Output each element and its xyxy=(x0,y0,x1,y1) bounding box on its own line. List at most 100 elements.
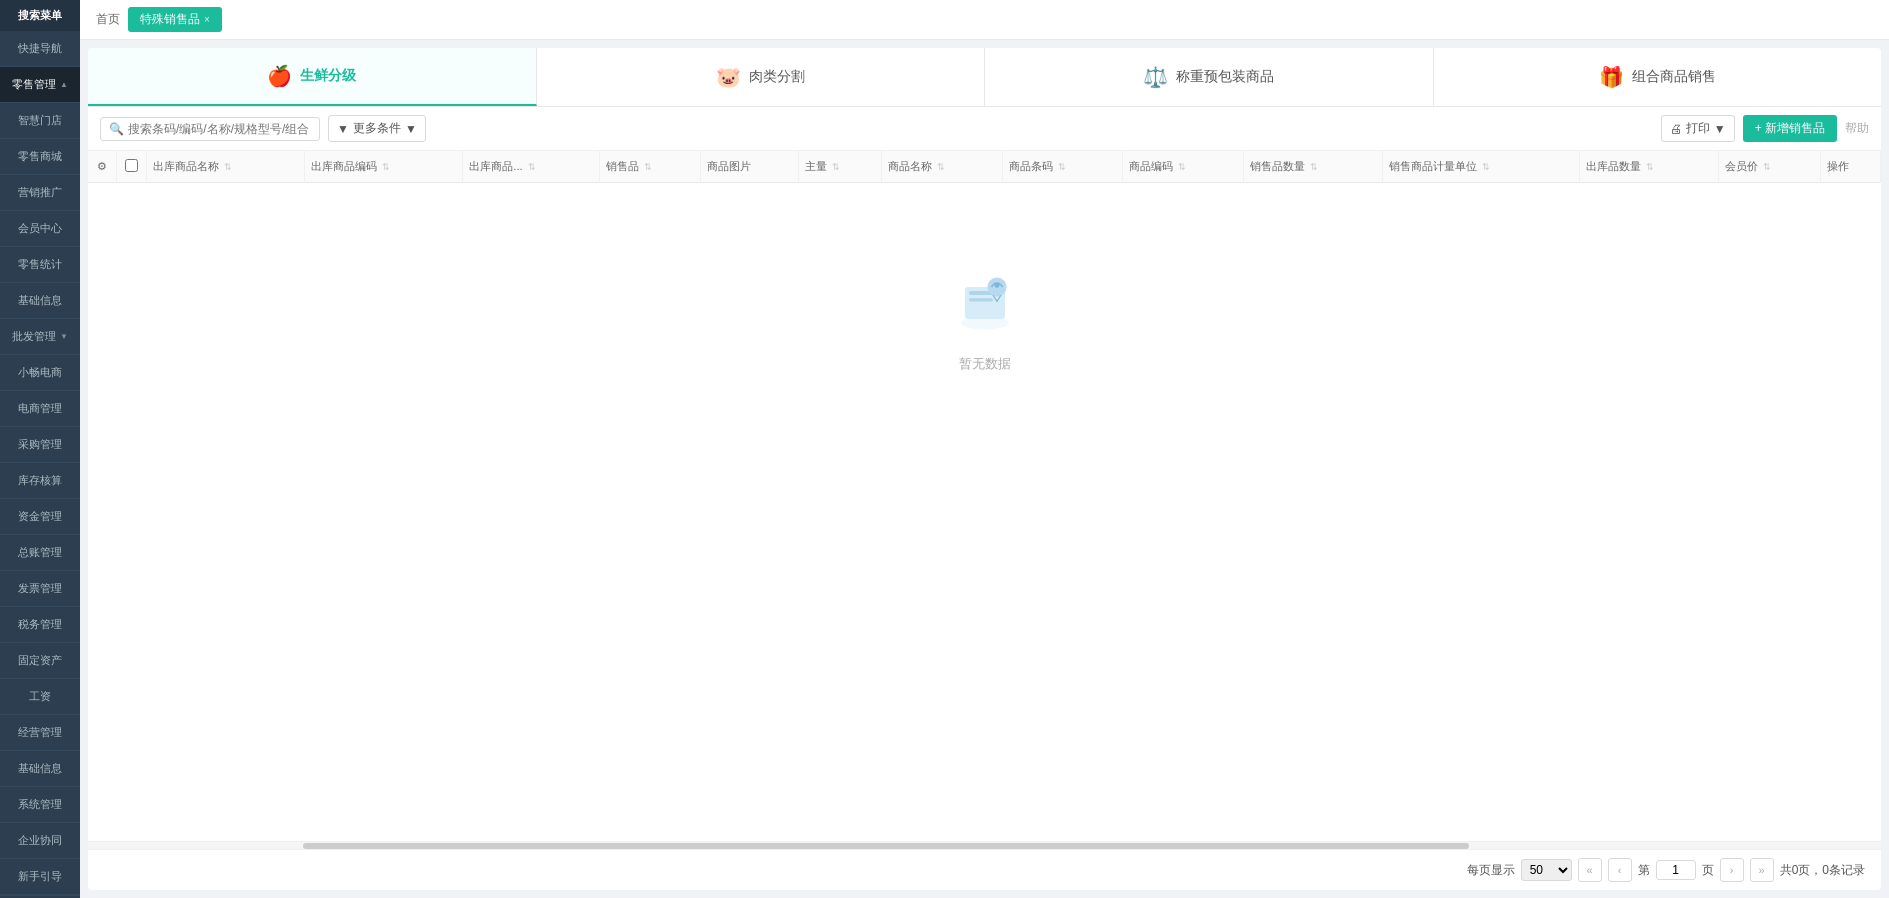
sidebar-item-label: 零售管理 xyxy=(12,77,56,92)
add-product-button[interactable]: + 新增销售品 xyxy=(1743,115,1837,142)
sidebar-item-enterprise-coop[interactable]: 企业协同 xyxy=(0,823,80,859)
meat-icon: 🐷 xyxy=(716,65,741,89)
sort-icon: ⇅ xyxy=(1058,162,1066,172)
sidebar-item-label: 采购管理 xyxy=(18,437,62,452)
sort-icon: ⇅ xyxy=(937,162,945,172)
th-out-name[interactable]: 出库商品名称 ⇅ xyxy=(146,151,304,183)
th-sale-unit[interactable]: 销售商品计量单位 ⇅ xyxy=(1383,151,1579,183)
page-body: 🍎 生鲜分级 🐷 肉类分割 ⚖️ 称重预包装商品 🎁 组合商品销售 🔍 xyxy=(88,48,1881,890)
sidebar-item-ecom-mgmt[interactable]: 电商管理 xyxy=(0,391,80,427)
sort-icon: ⇅ xyxy=(224,162,232,172)
sidebar-item-label: 发票管理 xyxy=(18,581,62,596)
sidebar-item-newbie-guide[interactable]: 新手引导 xyxy=(0,859,80,895)
filter-button[interactable]: ▼ 更多条件 ▼ xyxy=(328,115,426,142)
sidebar-item-wholesale-mgmt[interactable]: 批发管理 ▼ xyxy=(0,319,80,355)
table-wrapper: ⚙ 出库商品名称 ⇅ 出库商品编码 ⇅ 出库商品 xyxy=(88,151,1881,841)
sidebar-item-retail-mgmt[interactable]: 零售管理 ▲ xyxy=(0,67,80,103)
page-number-input[interactable] xyxy=(1656,860,1696,880)
prev-page-button[interactable]: ‹ xyxy=(1608,858,1632,882)
horizontal-scrollbar[interactable] xyxy=(88,841,1881,849)
pagination: 每页显示 50 10 20 100 « ‹ 第 页 › » 共0页，0条记录 xyxy=(88,849,1881,890)
sidebar-item-retail-mall[interactable]: 零售商城 xyxy=(0,139,80,175)
sidebar-item-retail-stats[interactable]: 零售统计 xyxy=(0,247,80,283)
select-all-checkbox[interactable] xyxy=(125,159,138,172)
th-sale-qty[interactable]: 销售品数量 ⇅ xyxy=(1243,151,1382,183)
sidebar-item-salary[interactable]: 工资 xyxy=(0,679,80,715)
sidebar-item-finance[interactable]: 资金管理 xyxy=(0,499,80,535)
print-button[interactable]: 🖨 打印 ▼ xyxy=(1661,115,1735,142)
sidebar-item-fixed-assets[interactable]: 固定资产 xyxy=(0,643,80,679)
sidebar-item-inventory[interactable]: 库存核算 xyxy=(0,463,80,499)
fresh-icon: 🍎 xyxy=(267,64,292,88)
filter-arrow: ▼ xyxy=(405,122,417,136)
tab-meat[interactable]: 🐷 肉类分割 xyxy=(537,48,986,106)
th-out-code[interactable]: 出库商品编码 ⇅ xyxy=(304,151,462,183)
th-settings[interactable]: ⚙ xyxy=(88,151,116,183)
sidebar-item-general-ledger[interactable]: 总账管理 xyxy=(0,535,80,571)
data-table: ⚙ 出库商品名称 ⇅ 出库商品编码 ⇅ 出库商品 xyxy=(88,151,1881,183)
th-member-price[interactable]: 会员价 ⇅ xyxy=(1719,151,1821,183)
th-checkbox[interactable] xyxy=(116,151,146,183)
sort-icon: ⇅ xyxy=(528,162,536,172)
sort-icon: ⇅ xyxy=(644,162,652,172)
sort-icon: ⇅ xyxy=(832,162,840,172)
sidebar-item-label: 系统管理 xyxy=(18,797,62,812)
th-barcode[interactable]: 商品条码 ⇅ xyxy=(1002,151,1123,183)
sidebar-item-mini-ecom[interactable]: 小畅电商 xyxy=(0,355,80,391)
sidebar-item-label: 零售统计 xyxy=(18,257,62,272)
th-out-qty[interactable]: 出库品数量 ⇅ xyxy=(1579,151,1718,183)
th-main-unit[interactable]: 主量 ⇅ xyxy=(799,151,882,183)
tab-fresh[interactable]: 🍎 生鲜分级 xyxy=(88,48,537,106)
sidebar-search[interactable]: 搜索菜单 xyxy=(0,0,80,31)
sidebar-item-label: 电商管理 xyxy=(18,401,62,416)
search-input[interactable] xyxy=(128,122,311,136)
search-box[interactable]: 🔍 xyxy=(100,117,320,141)
tab-combo[interactable]: 🎁 组合商品销售 xyxy=(1434,48,1882,106)
first-page-button[interactable]: « xyxy=(1578,858,1602,882)
active-tab[interactable]: 特殊销售品 × xyxy=(128,7,222,32)
sidebar-item-tax-mgmt[interactable]: 税务管理 xyxy=(0,607,80,643)
th-out-spec[interactable]: 出库商品... ⇅ xyxy=(463,151,599,183)
sort-icon: ⇅ xyxy=(1310,162,1318,172)
sort-icon: ⇅ xyxy=(1763,162,1771,172)
sidebar-item-basic-info2[interactable]: 基础信息 xyxy=(0,751,80,787)
topbar: 首页 特殊销售品 × xyxy=(80,0,1889,40)
toolbar: 🔍 ▼ 更多条件 ▼ 🖨 打印 ▼ + 新增销售品 帮助 xyxy=(88,107,1881,151)
add-label: + 新增销售品 xyxy=(1755,120,1825,137)
sidebar-item-marketing[interactable]: 营销推广 xyxy=(0,175,80,211)
close-icon[interactable]: × xyxy=(204,14,210,25)
sidebar-item-basic-info[interactable]: 基础信息 xyxy=(0,283,80,319)
last-page-button[interactable]: » xyxy=(1750,858,1774,882)
empty-state: 暂无数据 xyxy=(88,183,1881,453)
th-sale-item[interactable]: 销售品 ⇅ xyxy=(599,151,701,183)
sidebar-item-ops-mgmt[interactable]: 经营管理 xyxy=(0,715,80,751)
sidebar-item-purchase-mgmt[interactable]: 采购管理 xyxy=(0,427,80,463)
sort-icon: ⇅ xyxy=(382,162,390,172)
tab-scale-label: 称重预包装商品 xyxy=(1176,68,1274,86)
sidebar-item-quick-nav[interactable]: 快捷导航 xyxy=(0,31,80,67)
tab-meat-label: 肉类分割 xyxy=(749,68,805,86)
th-image[interactable]: 商品图片 xyxy=(701,151,799,183)
sidebar-item-sys-mgmt[interactable]: 系统管理 xyxy=(0,787,80,823)
sort-icon: ⇅ xyxy=(1646,162,1654,172)
chevron-icon: ▲ xyxy=(60,80,68,89)
page-size-label: 每页显示 xyxy=(1467,862,1515,879)
th-product-code[interactable]: 商品编码 ⇅ xyxy=(1123,151,1244,183)
sidebar-item-label: 会员中心 xyxy=(18,221,62,236)
help-button[interactable]: 帮助 xyxy=(1845,120,1869,137)
sidebar-item-smart-store[interactable]: 智慧门店 xyxy=(0,103,80,139)
sidebar-item-label: 总账管理 xyxy=(18,545,62,560)
tab-combo-label: 组合商品销售 xyxy=(1632,68,1716,86)
empty-text: 暂无数据 xyxy=(959,355,1011,373)
sidebar-item-member-center[interactable]: 会员中心 xyxy=(0,211,80,247)
sidebar-item-label: 经营管理 xyxy=(18,725,62,740)
th-actions: 操作 xyxy=(1820,151,1880,183)
sort-icon: ⇅ xyxy=(1178,162,1186,172)
th-product-name[interactable]: 商品名称 ⇅ xyxy=(882,151,1003,183)
next-page-button[interactable]: › xyxy=(1720,858,1744,882)
tab-scale[interactable]: ⚖️ 称重预包装商品 xyxy=(985,48,1434,106)
home-tab[interactable]: 首页 xyxy=(96,11,120,28)
sidebar-item-invoice-mgmt[interactable]: 发票管理 xyxy=(0,571,80,607)
page-size-select[interactable]: 50 10 20 100 xyxy=(1521,859,1572,881)
tab-fresh-label: 生鲜分级 xyxy=(300,67,356,85)
